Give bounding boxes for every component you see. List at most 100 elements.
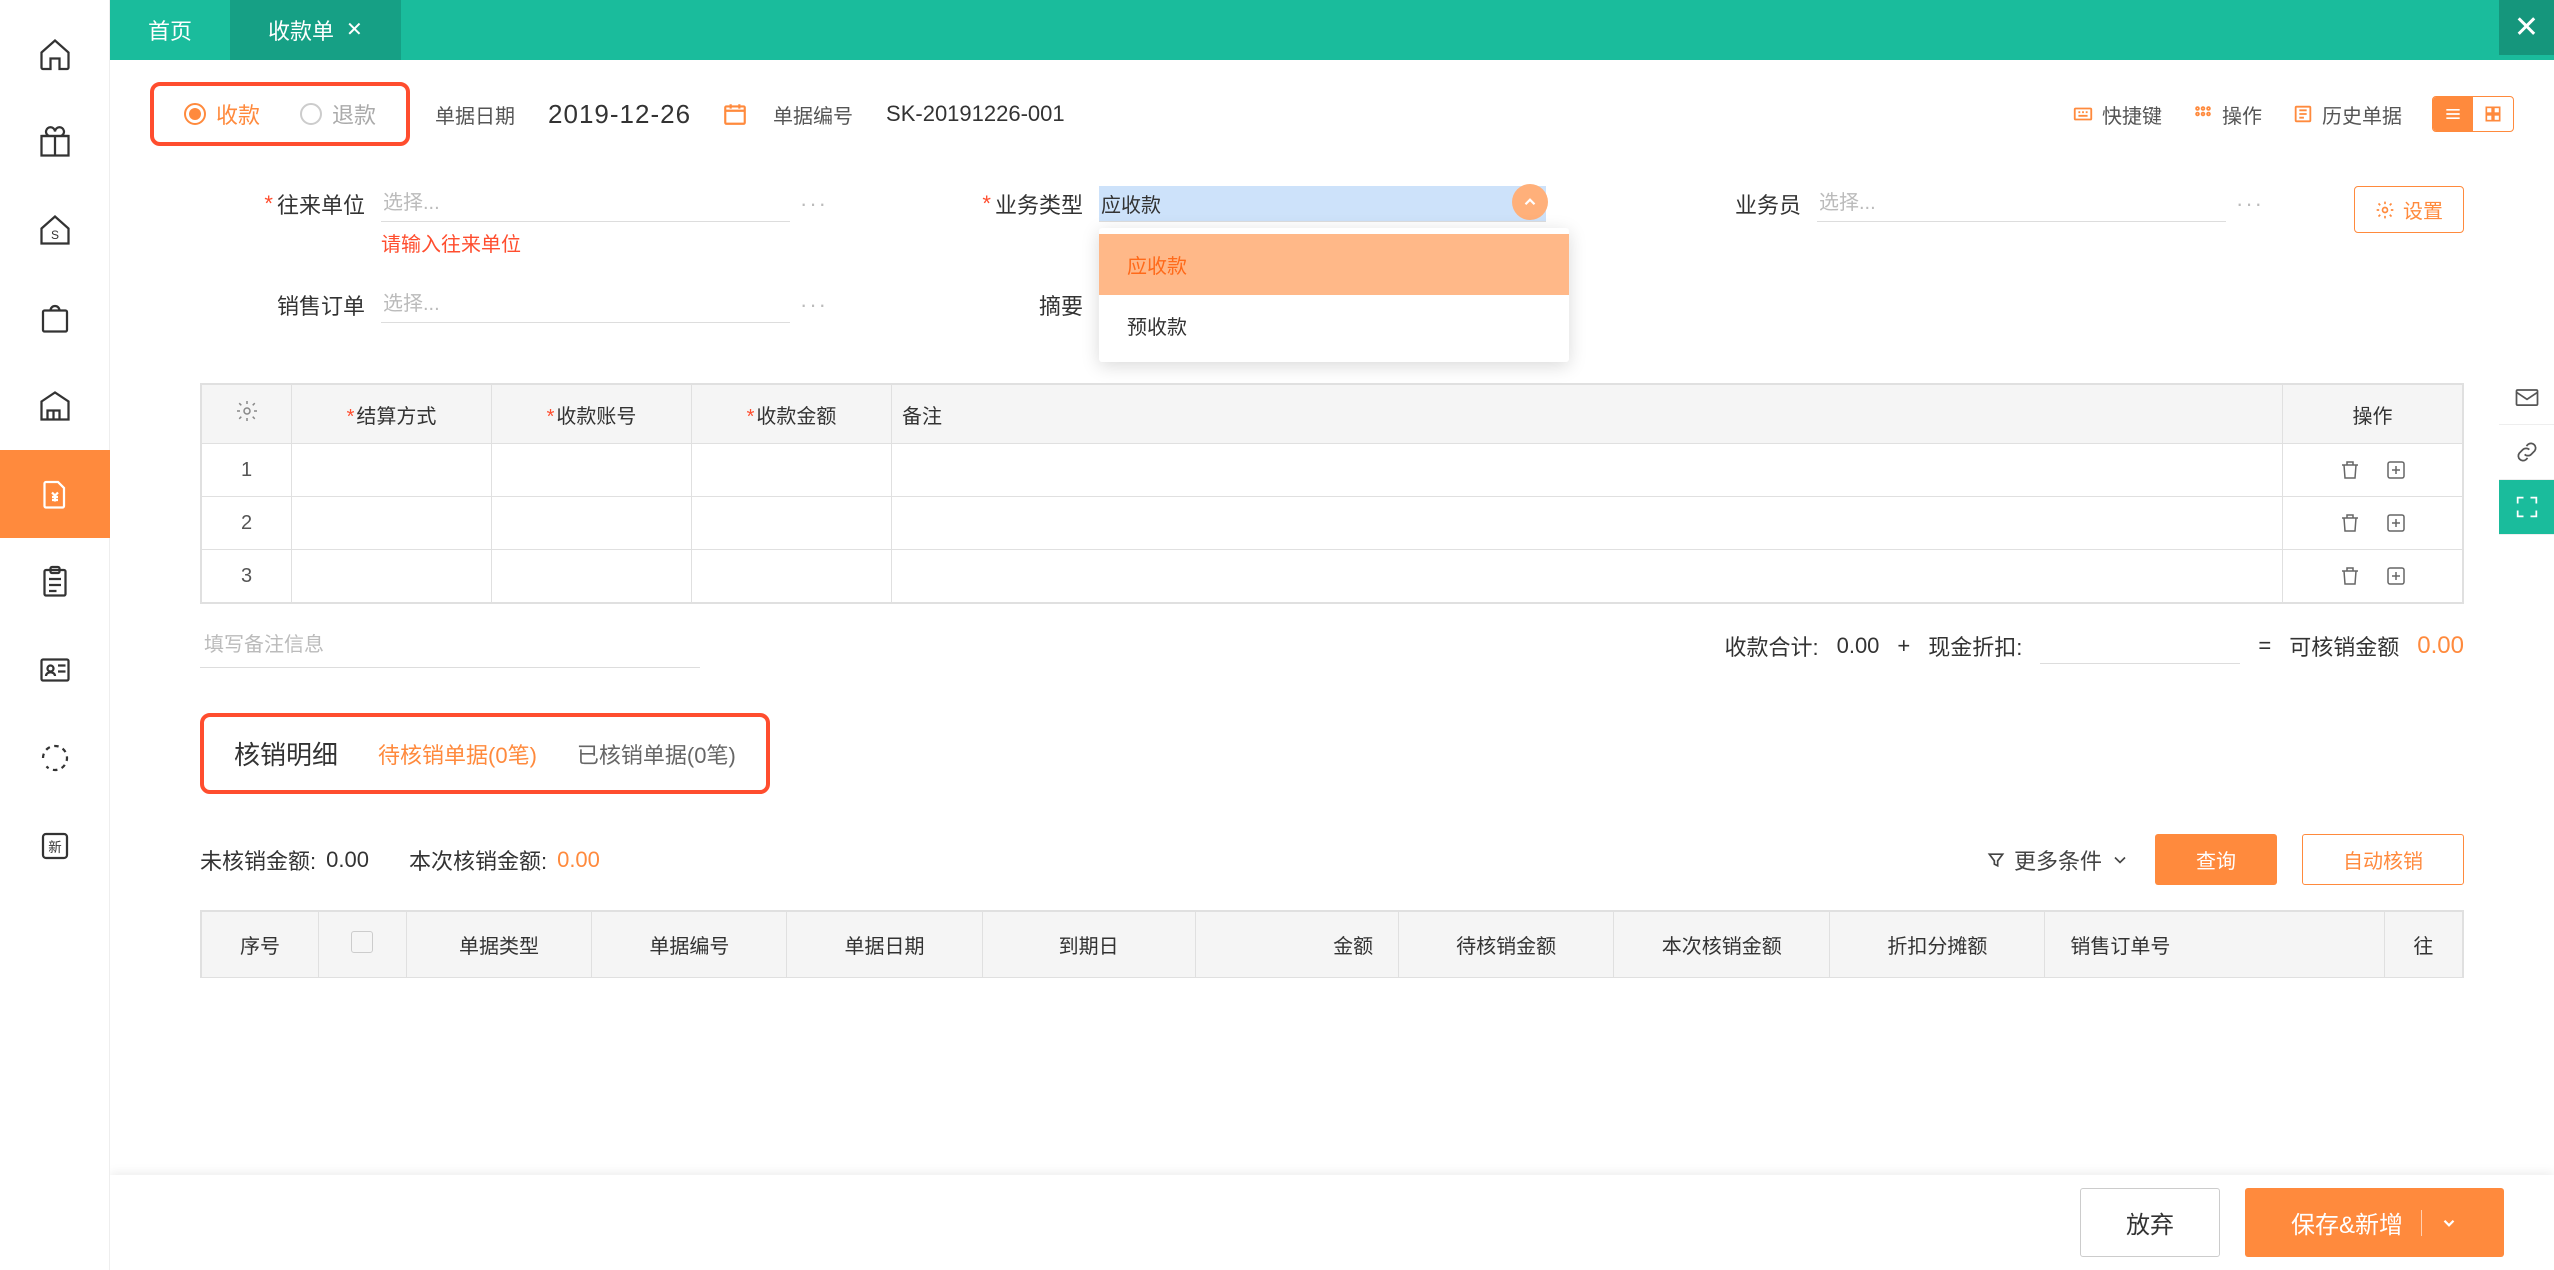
rt-mail-icon[interactable] <box>2499 370 2554 425</box>
option-receivable[interactable]: 应收款 <box>1099 234 1569 295</box>
save-and-new-button[interactable]: 保存&新增 <box>2245 1188 2504 1257</box>
verification-table: 序号 单据类型 单据编号 单据日期 到期日 金额 待核销金额 本次核销金额 折扣… <box>200 910 2464 978</box>
table-row[interactable]: 3 <box>202 550 2463 603</box>
sidebar-finance-icon[interactable] <box>0 450 110 538</box>
checkbox-icon[interactable] <box>351 931 373 953</box>
delete-icon[interactable] <box>2338 458 2362 482</box>
col-this-amount: 本次核销金额 <box>1614 912 1830 978</box>
sidebar-contact-icon[interactable] <box>0 626 110 714</box>
operate-button[interactable]: 操作 <box>2192 100 2262 129</box>
filter-icon <box>1986 850 2006 870</box>
total-value: 0.00 <box>1837 633 1880 659</box>
equals-sign: = <box>2258 633 2271 659</box>
tab-home[interactable]: 首页 <box>110 0 230 60</box>
hx-amount-value: 0.00 <box>2417 632 2464 660</box>
auto-verify-button[interactable]: 自动核销 <box>2302 834 2464 885</box>
gear-icon[interactable] <box>202 385 292 444</box>
add-row-icon[interactable] <box>2384 511 2408 535</box>
more-icon[interactable]: ··· <box>2236 191 2264 217</box>
option-prepaid[interactable]: 预收款 <box>1099 295 1569 356</box>
hx-amount-label: 可核销金额 <box>2289 630 2399 662</box>
tab-current-doc[interactable]: 收款单 ✕ <box>230 0 401 60</box>
calendar-icon[interactable] <box>722 101 748 127</box>
customer-input[interactable] <box>381 186 790 222</box>
sales-order-input[interactable] <box>381 287 790 323</box>
delete-icon[interactable] <box>2338 564 2362 588</box>
settings-button[interactable]: 设置 <box>2354 186 2464 233</box>
table-row[interactable]: 1 <box>202 444 2463 497</box>
plus-sign: + <box>1897 633 1910 659</box>
radio-receive[interactable]: 收款 <box>184 98 260 130</box>
tab-pending-verif[interactable]: 待核销单据(0笔) <box>378 738 537 770</box>
more-conditions-button[interactable]: 更多条件 <box>1986 844 2130 876</box>
col-alloc-discount: 折扣分摊额 <box>1830 912 2045 978</box>
total-label: 收款合计: <box>1724 630 1818 662</box>
col-action: 操作 <box>2283 385 2463 444</box>
col-doc-date: 单据日期 <box>787 912 982 978</box>
svg-text:新: 新 <box>48 840 62 855</box>
document-remark-input[interactable] <box>200 624 700 668</box>
sidebar-warehouse-icon[interactable] <box>0 362 110 450</box>
col-checkbox[interactable] <box>319 912 407 978</box>
more-icon[interactable]: ··· <box>800 191 828 217</box>
field-clerk: 业务员 ··· <box>1636 186 2264 222</box>
cash-discount-input[interactable] <box>2040 628 2240 664</box>
sidebar-new-icon[interactable]: 新 <box>0 802 110 890</box>
chevron-up-icon[interactable] <box>1512 184 1548 220</box>
rt-link-icon[interactable] <box>2499 425 2554 480</box>
sidebar-bag-icon[interactable] <box>0 274 110 362</box>
sidebar-home-icon[interactable] <box>0 10 110 98</box>
radio-dot-icon <box>184 103 206 125</box>
doc-no-label: 单据编号 <box>773 100 853 129</box>
clerk-input[interactable] <box>1817 186 2226 222</box>
doc-no-value: SK-20191226-001 <box>886 101 1065 127</box>
document-header: 收款 退款 单据日期 2019-12-26 单据编号 SK-20191226-0… <box>110 60 2554 146</box>
col-doc-no: 单据编号 <box>592 912 787 978</box>
thishx-label: 本次核销金额: <box>409 844 547 876</box>
field-business-type: *业务类型 应收款 预收款 <box>918 186 1546 222</box>
unhx-label: 未核销金额: <box>200 844 316 876</box>
col-remark: 备注 <box>892 385 2283 444</box>
table-row[interactable]: 2 <box>202 497 2463 550</box>
col-amount: 金额 <box>1195 912 1398 978</box>
business-type-input[interactable] <box>1099 186 1546 222</box>
top-header: 首页 收款单 ✕ ✕ <box>0 0 2554 60</box>
col-account: *收款账号 <box>492 385 692 444</box>
window-close-icon[interactable]: ✕ <box>2499 0 2554 55</box>
settings-button-wrap: 设置 <box>2354 186 2464 233</box>
chevron-down-icon <box>2110 850 2130 870</box>
rt-expand-icon[interactable] <box>2499 480 2554 535</box>
discard-button[interactable]: 放弃 <box>2080 1188 2220 1257</box>
col-seq: 序号 <box>202 912 319 978</box>
verification-title: 核销明细 <box>234 735 338 772</box>
close-icon[interactable]: ✕ <box>346 20 363 40</box>
col-doc-type: 单据类型 <box>406 912 592 978</box>
shortcut-button[interactable]: 快捷键 <box>2072 100 2162 129</box>
verification-header: 核销明细 待核销单据(0笔) 已核销单据(0笔) <box>200 713 770 794</box>
doc-date-label: 单据日期 <box>435 100 515 129</box>
col-extra: 往 <box>2384 912 2462 978</box>
view-toggle <box>2432 96 2514 132</box>
add-row-icon[interactable] <box>2384 564 2408 588</box>
payment-lines-table: *结算方式 *收款账号 *收款金额 备注 操作 1 2 <box>200 383 2464 604</box>
view-grid-icon[interactable] <box>2473 97 2513 131</box>
sidebar-refresh-icon[interactable] <box>0 714 110 802</box>
sidebar-clipboard-icon[interactable] <box>0 538 110 626</box>
history-button[interactable]: 历史单据 <box>2292 100 2402 129</box>
add-row-icon[interactable] <box>2384 458 2408 482</box>
form-area: *往来单位 ··· 请输入往来单位 *业务类型 应收款 预收款 业务员 <box>110 146 2554 323</box>
radio-refund[interactable]: 退款 <box>300 98 376 130</box>
delete-icon[interactable] <box>2338 511 2362 535</box>
query-button[interactable]: 查询 <box>2155 834 2277 885</box>
discount-label: 现金折扣: <box>1928 630 2022 662</box>
view-list-icon[interactable] <box>2433 97 2473 131</box>
verification-section: 核销明细 待核销单据(0笔) 已核销单据(0笔) 未核销金额: 0.00 本次核… <box>200 713 2464 1038</box>
tab-done-verif[interactable]: 已核销单据(0笔) <box>577 738 736 770</box>
more-icon[interactable]: ··· <box>800 292 828 318</box>
sidebar-gift-icon[interactable] <box>0 98 110 186</box>
sidebar-house-money-icon[interactable]: S <box>0 186 110 274</box>
doc-date-value[interactable]: 2019-12-26 <box>548 99 691 130</box>
header-right-tools: 快捷键 操作 历史单据 <box>2072 96 2514 132</box>
col-amount: *收款金额 <box>692 385 892 444</box>
right-tools <box>2499 370 2554 535</box>
